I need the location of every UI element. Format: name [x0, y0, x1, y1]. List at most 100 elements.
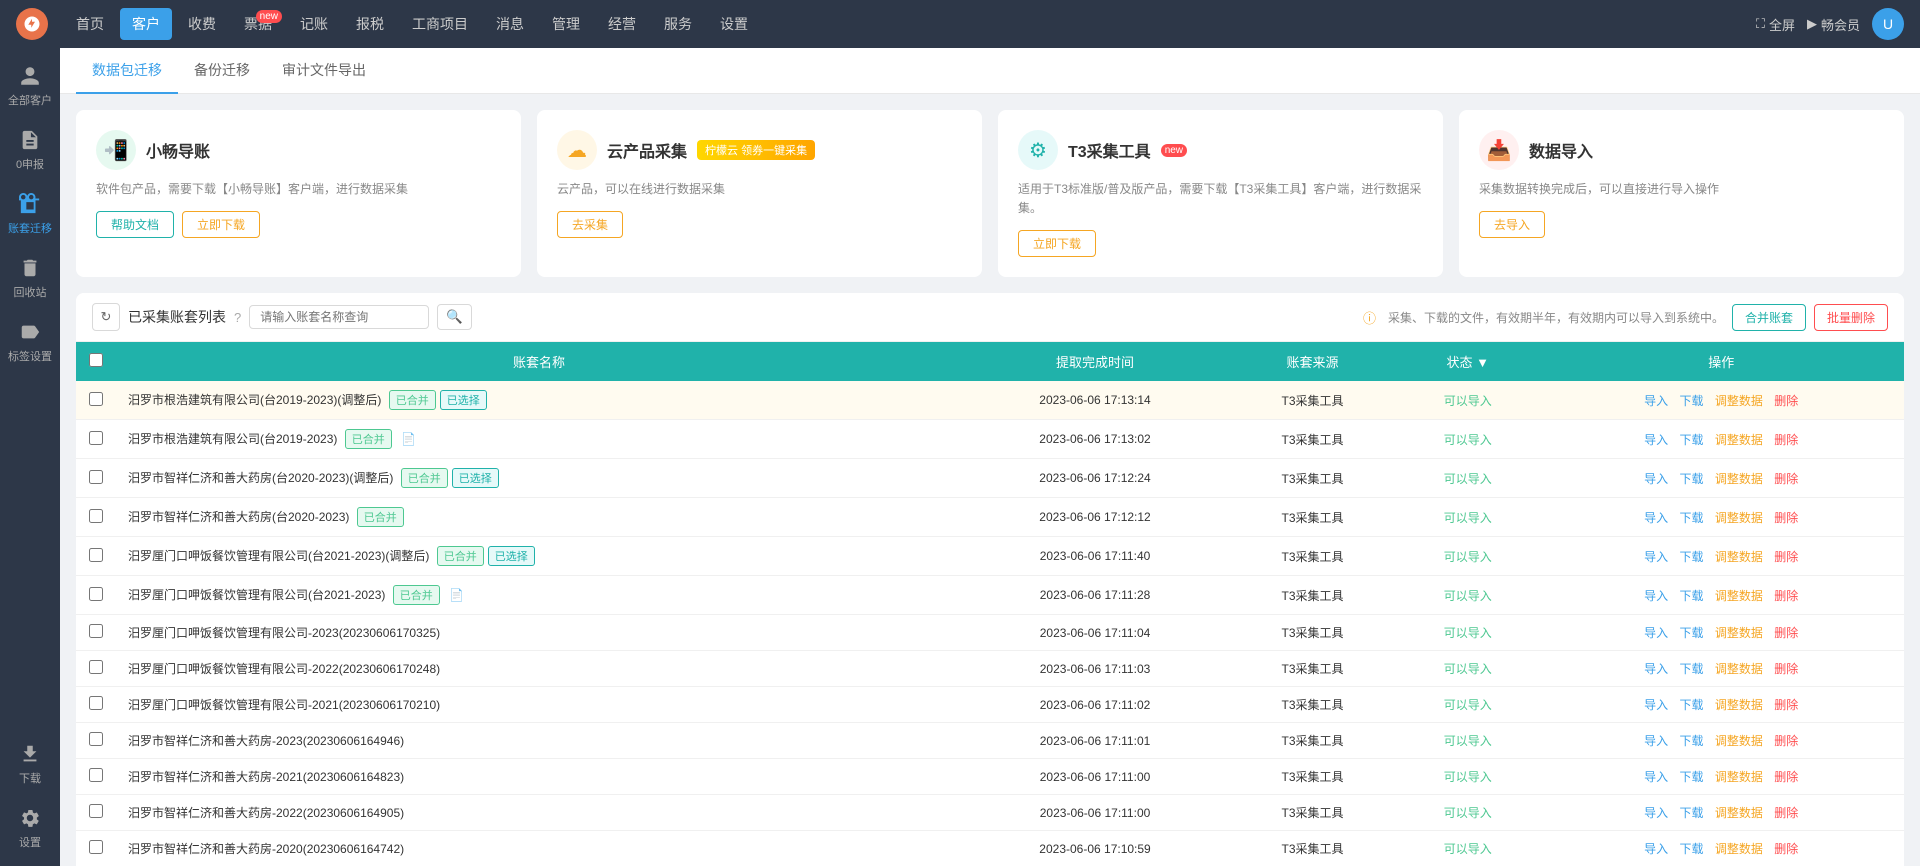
row-checkbox[interactable]: [89, 470, 103, 484]
op-download-button[interactable]: 下载: [1680, 550, 1704, 564]
op-download-button[interactable]: 下载: [1680, 734, 1704, 748]
op-download-button[interactable]: 下载: [1680, 770, 1704, 784]
row-checkbox[interactable]: [89, 587, 103, 601]
op-delete-button[interactable]: 删除: [1774, 472, 1798, 486]
go-import-button[interactable]: 去导入: [1479, 211, 1545, 238]
select-all-checkbox[interactable]: [89, 353, 103, 367]
go-collect-button[interactable]: 去采集: [557, 211, 623, 238]
op-delete-button[interactable]: 删除: [1774, 550, 1798, 564]
op-download-button[interactable]: 下载: [1680, 842, 1704, 856]
sidebar-item-zero-report[interactable]: 0申报: [0, 120, 60, 180]
op-adjust-button[interactable]: 调整数据: [1715, 626, 1763, 640]
search-button[interactable]: 🔍: [437, 304, 472, 330]
op-import-button[interactable]: 导入: [1644, 734, 1668, 748]
member-button[interactable]: ▶ 畅会员: [1807, 15, 1860, 34]
op-delete-button[interactable]: 删除: [1774, 589, 1798, 603]
nav-home[interactable]: 首页: [64, 8, 116, 40]
op-delete-button[interactable]: 删除: [1774, 806, 1798, 820]
op-adjust-button[interactable]: 调整数据: [1715, 433, 1763, 447]
help-doc-button[interactable]: 帮助文档: [96, 211, 174, 238]
help-icon[interactable]: ?: [234, 310, 241, 325]
nav-message[interactable]: 消息: [484, 8, 536, 40]
op-download-button[interactable]: 下载: [1680, 626, 1704, 640]
sidebar-item-download[interactable]: 下载: [0, 734, 60, 794]
tab-data-migration[interactable]: 数据包迁移: [76, 48, 178, 94]
nav-manage[interactable]: 管理: [540, 8, 592, 40]
nav-fee[interactable]: 收费: [176, 8, 228, 40]
op-import-button[interactable]: 导入: [1644, 770, 1668, 784]
search-input[interactable]: [249, 305, 429, 329]
nav-business[interactable]: 工商项目: [400, 8, 480, 40]
op-delete-button[interactable]: 删除: [1774, 698, 1798, 712]
op-import-button[interactable]: 导入: [1644, 806, 1668, 820]
op-import-button[interactable]: 导入: [1644, 433, 1668, 447]
t3-download-button[interactable]: 立即下载: [1018, 230, 1096, 257]
op-adjust-button[interactable]: 调整数据: [1715, 472, 1763, 486]
op-delete-button[interactable]: 删除: [1774, 842, 1798, 856]
file-icon[interactable]: 📄: [401, 432, 416, 446]
nav-operation[interactable]: 经营: [596, 8, 648, 40]
sidebar-item-all-clients[interactable]: 全部客户: [0, 56, 60, 116]
op-adjust-button[interactable]: 调整数据: [1715, 511, 1763, 525]
nav-settings[interactable]: 设置: [708, 8, 760, 40]
tab-backup-migration[interactable]: 备份迁移: [178, 48, 266, 94]
row-checkbox[interactable]: [89, 548, 103, 562]
row-checkbox[interactable]: [89, 624, 103, 638]
op-download-button[interactable]: 下载: [1680, 394, 1704, 408]
sidebar-item-tags[interactable]: 标签设置: [0, 312, 60, 372]
download-now-button[interactable]: 立即下载: [182, 211, 260, 238]
row-checkbox[interactable]: [89, 768, 103, 782]
op-adjust-button[interactable]: 调整数据: [1715, 770, 1763, 784]
op-adjust-button[interactable]: 调整数据: [1715, 842, 1763, 856]
op-import-button[interactable]: 导入: [1644, 511, 1668, 525]
op-download-button[interactable]: 下载: [1680, 433, 1704, 447]
op-adjust-button[interactable]: 调整数据: [1715, 589, 1763, 603]
op-download-button[interactable]: 下载: [1680, 698, 1704, 712]
op-delete-button[interactable]: 删除: [1774, 394, 1798, 408]
op-delete-button[interactable]: 删除: [1774, 662, 1798, 676]
op-adjust-button[interactable]: 调整数据: [1715, 698, 1763, 712]
op-download-button[interactable]: 下载: [1680, 511, 1704, 525]
nav-tax[interactable]: 报税: [344, 8, 396, 40]
op-delete-button[interactable]: 删除: [1774, 770, 1798, 784]
header-status[interactable]: 状态 ▼: [1397, 342, 1538, 381]
row-checkbox[interactable]: [89, 431, 103, 445]
batch-delete-button[interactable]: 批量删除: [1814, 304, 1888, 331]
op-adjust-button[interactable]: 调整数据: [1715, 734, 1763, 748]
op-delete-button[interactable]: 删除: [1774, 511, 1798, 525]
file-icon[interactable]: 📄: [449, 588, 464, 602]
row-checkbox[interactable]: [89, 840, 103, 854]
op-adjust-button[interactable]: 调整数据: [1715, 394, 1763, 408]
header-checkbox[interactable]: [76, 342, 116, 381]
avatar[interactable]: U: [1872, 8, 1904, 40]
sidebar-item-migrate[interactable]: 账套迁移: [0, 184, 60, 244]
tab-audit-export[interactable]: 审计文件导出: [266, 48, 382, 94]
op-adjust-button[interactable]: 调整数据: [1715, 662, 1763, 676]
refresh-button[interactable]: ↻: [92, 303, 120, 331]
op-download-button[interactable]: 下载: [1680, 472, 1704, 486]
merge-accounts-button[interactable]: 合并账套: [1732, 304, 1806, 331]
op-import-button[interactable]: 导入: [1644, 550, 1668, 564]
op-import-button[interactable]: 导入: [1644, 662, 1668, 676]
op-import-button[interactable]: 导入: [1644, 698, 1668, 712]
op-download-button[interactable]: 下载: [1680, 662, 1704, 676]
op-delete-button[interactable]: 删除: [1774, 734, 1798, 748]
nav-client[interactable]: 客户: [120, 8, 172, 40]
op-adjust-button[interactable]: 调整数据: [1715, 550, 1763, 564]
op-adjust-button[interactable]: 调整数据: [1715, 806, 1763, 820]
row-checkbox[interactable]: [89, 660, 103, 674]
row-checkbox[interactable]: [89, 732, 103, 746]
nav-bill[interactable]: 票据 new: [232, 8, 284, 40]
op-import-button[interactable]: 导入: [1644, 626, 1668, 640]
op-download-button[interactable]: 下载: [1680, 806, 1704, 820]
fullscreen-button[interactable]: ⛶ 全屏: [1756, 15, 1795, 34]
nav-service[interactable]: 服务: [652, 8, 704, 40]
sidebar-item-recycle[interactable]: 回收站: [0, 248, 60, 308]
op-import-button[interactable]: 导入: [1644, 394, 1668, 408]
row-checkbox[interactable]: [89, 804, 103, 818]
row-checkbox[interactable]: [89, 392, 103, 406]
sidebar-item-settings[interactable]: 设置: [0, 798, 60, 858]
op-import-button[interactable]: 导入: [1644, 589, 1668, 603]
nav-bookkeeping[interactable]: 记账: [288, 8, 340, 40]
op-import-button[interactable]: 导入: [1644, 472, 1668, 486]
